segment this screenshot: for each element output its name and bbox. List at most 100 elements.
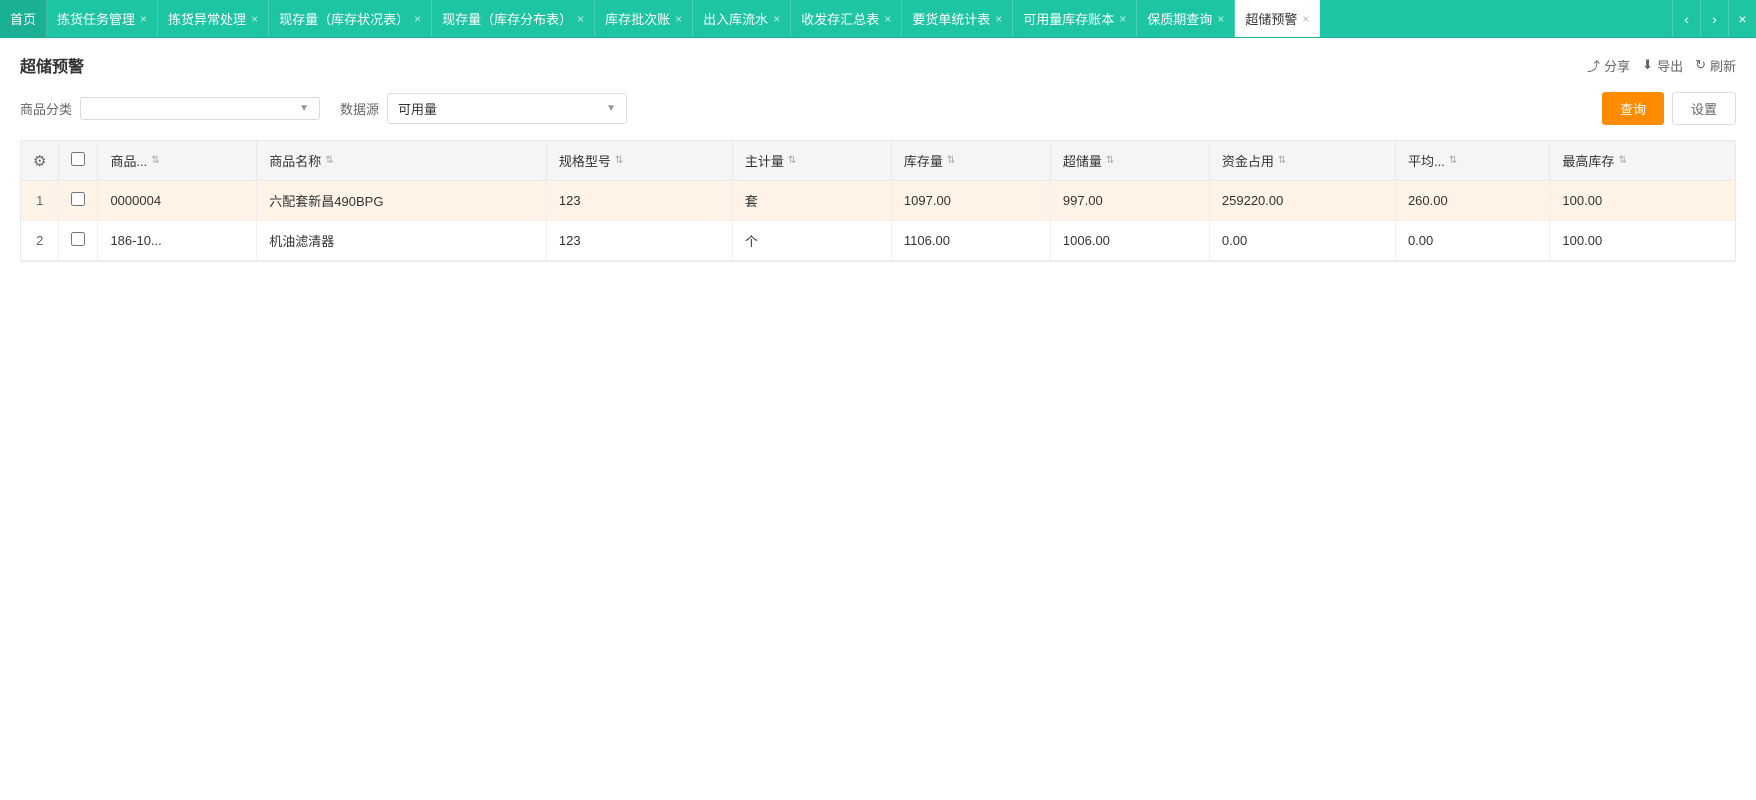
filter-datasource: 数据源 可用量 ▼	[340, 93, 627, 124]
table-row: 2 186-10... 机油滤清器 123 个 1106.00 1006.00 …	[21, 221, 1735, 261]
th-product-name-label: 商品名称	[269, 151, 321, 170]
query-button[interactable]: 查询	[1602, 92, 1664, 125]
nav-tab-quality-check[interactable]: 保质期查询 ×	[1137, 0, 1235, 38]
nav-tab-available-ledger[interactable]: 可用量库存账本 ×	[1013, 0, 1137, 38]
nav-tab-abnormal[interactable]: 拣货异常处理 ×	[158, 0, 269, 38]
row-checkbox-cell	[59, 221, 98, 261]
nav-tab-task-mgmt[interactable]: 拣货任务管理 ×	[47, 0, 158, 38]
nav-tab-inventory-status-close[interactable]: ×	[414, 12, 421, 26]
nav-arrow-left[interactable]: ‹	[1672, 0, 1700, 38]
nav-tab-in-out-flow-label: 出入库流水	[703, 9, 768, 28]
max-stock-cell: 100.00	[1550, 181, 1735, 221]
th-product-name[interactable]: 商品名称 ⇅	[257, 141, 547, 181]
nav-arrows: ‹ › ×	[1672, 0, 1756, 38]
nav-tab-receive-summary-label: 收发存汇总表	[801, 9, 879, 28]
overstock-cell: 1006.00	[1050, 221, 1209, 261]
nav-tab-inventory-batch-close[interactable]: ×	[675, 12, 682, 26]
th-capital-occ-label: 资金占用	[1222, 151, 1274, 170]
nav-tab-order-stat-label: 要货单统计表	[912, 9, 990, 28]
nav-tab-inventory-dist-label: 现存量（库存分布表）	[442, 9, 572, 28]
th-avg-label: 平均...	[1408, 151, 1445, 170]
stock-cell: 1097.00	[891, 181, 1050, 221]
gear-icon[interactable]: ⚙	[33, 153, 46, 170]
nav-tab-task-mgmt-close[interactable]: ×	[140, 12, 147, 26]
th-overstock-label: 超储量	[1063, 151, 1102, 170]
nav-tab-in-out-flow-close[interactable]: ×	[773, 12, 780, 26]
nav-tab-receive-summary-close[interactable]: ×	[884, 12, 891, 26]
datasource-select[interactable]: 可用量 ▼	[387, 93, 627, 124]
nav-tab-available-ledger-close[interactable]: ×	[1119, 12, 1126, 26]
nav-tab-order-stat[interactable]: 要货单统计表 ×	[902, 0, 1013, 38]
page-title: 超储预警	[20, 53, 84, 77]
capital-occ-sort-icon: ⇅	[1278, 155, 1286, 166]
nav-tab-inventory-batch[interactable]: 库存批次账 ×	[595, 0, 693, 38]
avg-sort-icon: ⇅	[1449, 155, 1457, 166]
top-nav: 首页 拣货任务管理 × 拣货异常处理 × 现存量（库存状况表） × 现存量（库存…	[0, 0, 1756, 38]
product-name-sort-icon: ⇅	[325, 155, 333, 166]
nav-tab-inventory-dist[interactable]: 现存量（库存分布表） ×	[432, 0, 595, 38]
nav-arrow-right[interactable]: ›	[1700, 0, 1728, 38]
stock-cell: 1106.00	[891, 221, 1050, 261]
nav-tab-overstock-alert-close[interactable]: ×	[1302, 12, 1309, 26]
row-num-cell: 1	[21, 181, 59, 221]
nav-tab-inventory-dist-close[interactable]: ×	[577, 12, 584, 26]
category-label: 商品分类	[20, 99, 72, 118]
settings-button[interactable]: 设置	[1672, 92, 1736, 125]
refresh-button[interactable]: ↻ 刷新	[1695, 56, 1736, 75]
table-row: 1 0000004 六配套新昌490BPG 123 套 1097.00 997.…	[21, 181, 1735, 221]
nav-tab-home[interactable]: 首页	[0, 0, 47, 38]
product-code-cell: 0000004	[98, 181, 257, 221]
nav-tab-available-ledger-label: 可用量库存账本	[1023, 9, 1114, 28]
nav-tab-overstock-alert-label: 超储预警	[1245, 9, 1297, 28]
data-table: ⚙ 商品... ⇅ 商品名称 ⇅	[21, 141, 1735, 261]
nav-tab-abnormal-close[interactable]: ×	[251, 12, 258, 26]
stock-sort-icon: ⇅	[947, 155, 955, 166]
nav-tab-task-mgmt-label: 拣货任务管理	[57, 9, 135, 28]
category-select[interactable]: ▼	[80, 97, 320, 120]
nav-tab-abnormal-label: 拣货异常处理	[168, 9, 246, 28]
refresh-icon: ↻	[1695, 57, 1706, 73]
page-header: 超储预警 ⤴ 分享 ⬇ 导出 ↻ 刷新	[20, 53, 1736, 77]
th-spec-label: 规格型号	[559, 151, 611, 170]
nav-tab-order-stat-close[interactable]: ×	[995, 12, 1002, 26]
table-body: 1 0000004 六配套新昌490BPG 123 套 1097.00 997.…	[21, 181, 1735, 261]
datasource-select-value: 可用量	[398, 99, 437, 118]
th-stock-label: 库存量	[904, 151, 943, 170]
row-checkbox[interactable]	[71, 232, 85, 246]
nav-tab-quality-check-close[interactable]: ×	[1217, 12, 1224, 26]
export-button[interactable]: ⬇ 导出	[1642, 56, 1683, 75]
spec-cell: 123	[546, 221, 732, 261]
nav-tab-receive-summary[interactable]: 收发存汇总表 ×	[791, 0, 902, 38]
nav-tab-inventory-batch-label: 库存批次账	[605, 9, 670, 28]
share-button[interactable]: ⤴ 分享	[1587, 56, 1630, 75]
header-actions: ⤴ 分享 ⬇ 导出 ↻ 刷新	[1587, 56, 1736, 75]
table-header-row: ⚙ 商品... ⇅ 商品名称 ⇅	[21, 141, 1735, 181]
product-code-cell: 186-10...	[98, 221, 257, 261]
nav-tab-overstock-alert[interactable]: 超储预警 ×	[1235, 0, 1320, 38]
product-code-sort-icon: ⇅	[151, 155, 159, 166]
nav-tab-quality-check-label: 保质期查询	[1147, 9, 1212, 28]
th-spec[interactable]: 规格型号 ⇅	[546, 141, 732, 181]
th-stock[interactable]: 库存量 ⇅	[891, 141, 1050, 181]
row-checkbox[interactable]	[71, 192, 85, 206]
th-avg[interactable]: 平均... ⇅	[1395, 141, 1549, 181]
export-label: 导出	[1657, 56, 1683, 75]
nav-arrow-close[interactable]: ×	[1728, 0, 1756, 38]
nav-tab-inventory-status[interactable]: 现存量（库存状况表） ×	[269, 0, 432, 38]
th-overstock[interactable]: 超储量 ⇅	[1050, 141, 1209, 181]
th-product-code[interactable]: 商品... ⇅	[98, 141, 257, 181]
table-container: ⚙ 商品... ⇅ 商品名称 ⇅	[20, 140, 1736, 262]
nav-tab-in-out-flow[interactable]: 出入库流水 ×	[693, 0, 791, 38]
category-chevron-icon: ▼	[299, 103, 309, 114]
row-checkbox-cell	[59, 181, 98, 221]
th-max-stock-label: 最高库存	[1562, 151, 1614, 170]
unit-sort-icon: ⇅	[788, 155, 796, 166]
th-unit[interactable]: 主计量 ⇅	[732, 141, 891, 181]
select-all-checkbox[interactable]	[71, 152, 85, 166]
th-max-stock[interactable]: 最高库存 ⇅	[1550, 141, 1735, 181]
datasource-chevron-icon: ▼	[606, 103, 616, 114]
th-capital-occ[interactable]: 资金占用 ⇅	[1209, 141, 1395, 181]
unit-cell: 个	[732, 221, 891, 261]
overstock-cell: 997.00	[1050, 181, 1209, 221]
max-stock-sort-icon: ⇅	[1618, 155, 1626, 166]
